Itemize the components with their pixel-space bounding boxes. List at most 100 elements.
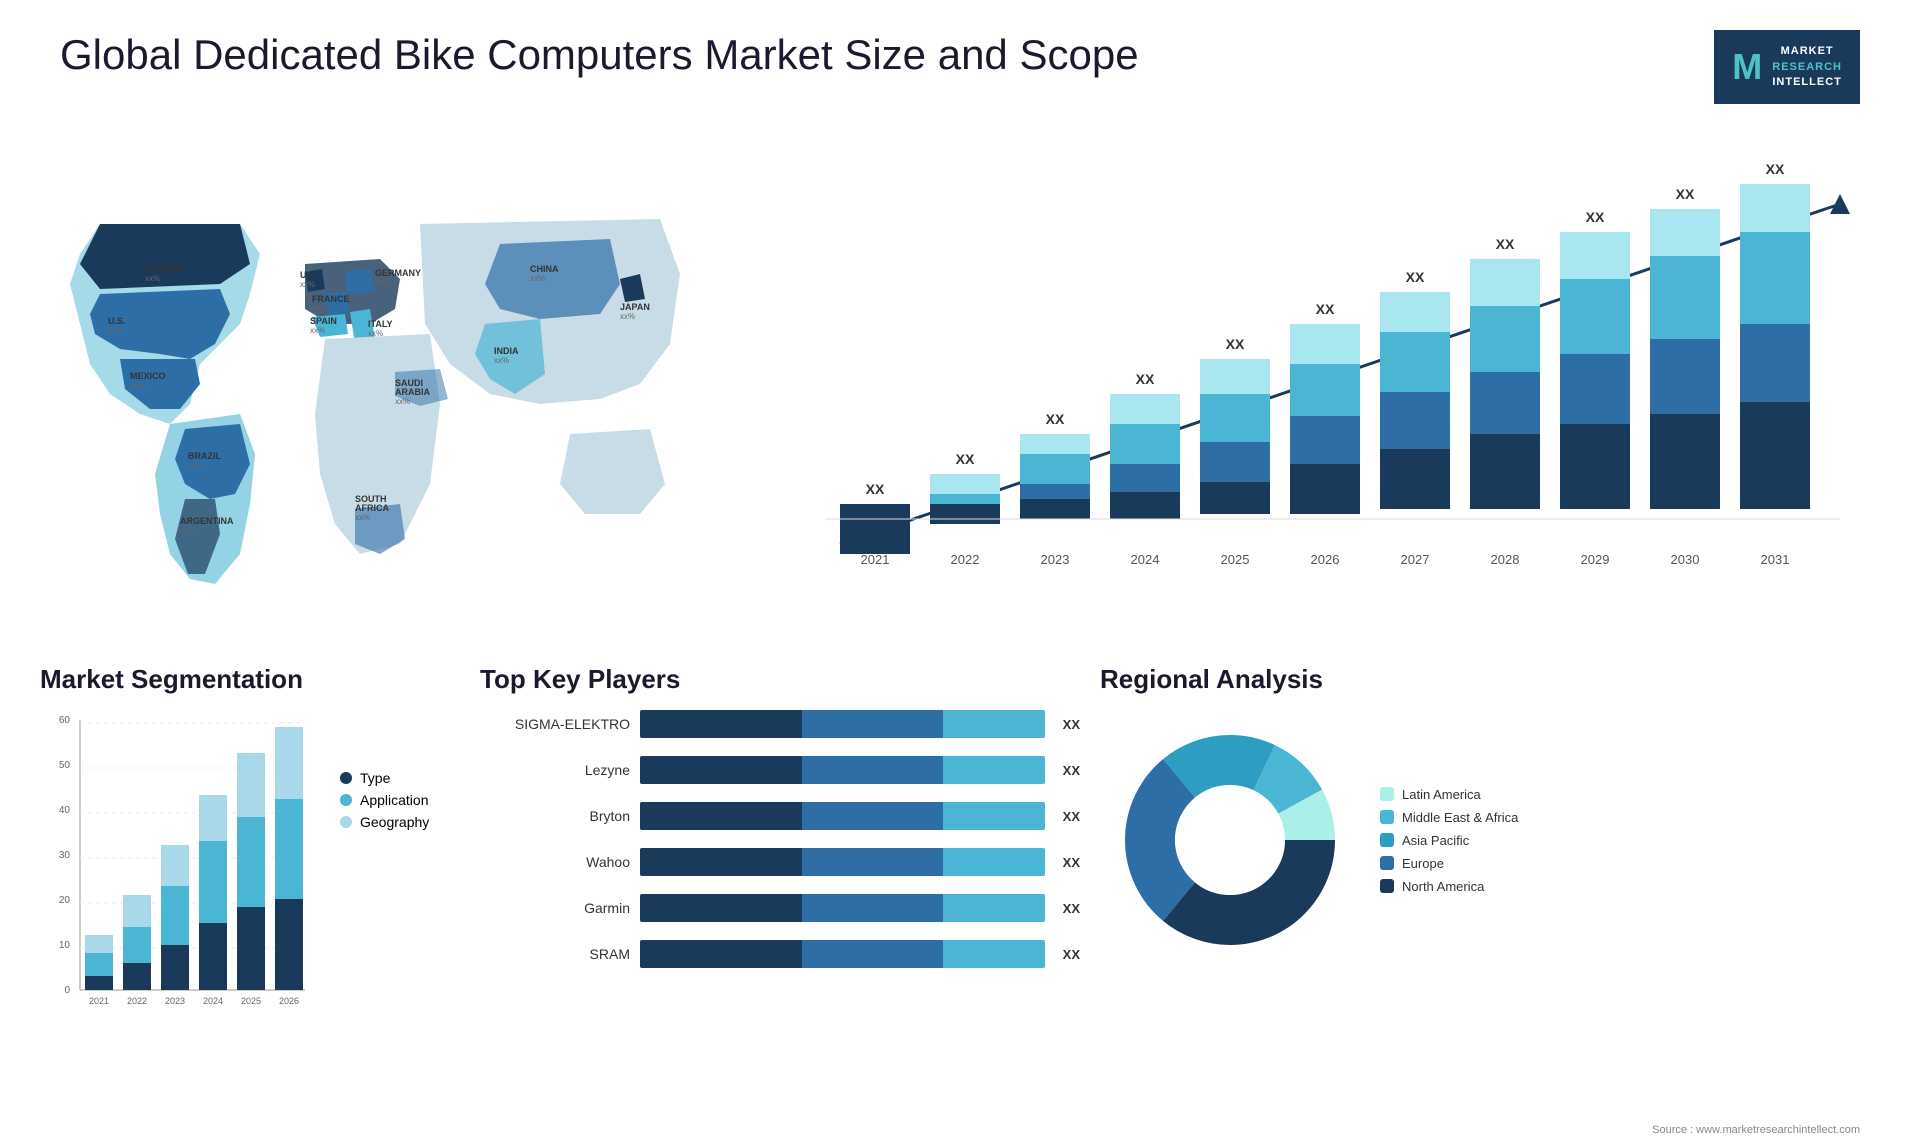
bar-2021-label: XX xyxy=(866,481,885,497)
segmentation-title: Market Segmentation xyxy=(40,664,460,695)
svg-text:20: 20 xyxy=(59,895,71,906)
year-2022: 2022 xyxy=(951,552,980,567)
svg-text:50: 50 xyxy=(59,760,71,771)
bar-2030-s1 xyxy=(1650,414,1720,509)
france-label: FRANCE xyxy=(312,294,350,304)
logo-box: M MARKET RESEARCH INTELLECT xyxy=(1714,30,1860,104)
year-2030: 2030 xyxy=(1671,552,1700,567)
year-2031: 2031 xyxy=(1761,552,1790,567)
logo-area: M MARKET RESEARCH INTELLECT xyxy=(1714,30,1860,104)
growth-chart-svg: XX 2021 XX 2022 XX 2023 XX 2024 xyxy=(780,144,1860,604)
map-container: CANADA xx% U.S. xx% MEXICO xx% BRAZIL xx… xyxy=(40,124,720,604)
donut-container: Latin America Middle East & Africa Asia … xyxy=(1100,710,1600,970)
legend-middle-east: Middle East & Africa xyxy=(1380,810,1518,825)
player-xx-sram: XX xyxy=(1063,947,1080,962)
player-bars-garmin xyxy=(640,894,1045,922)
bar-2031-label: XX xyxy=(1766,161,1785,177)
player-row-lezyne: Lezyne XX xyxy=(480,756,1080,784)
saudi-val: xx% xyxy=(395,397,410,406)
bar-2029-s4 xyxy=(1560,232,1630,287)
india-val: xx% xyxy=(494,356,509,365)
map-section: CANADA xx% U.S. xx% MEXICO xx% BRAZIL xx… xyxy=(40,124,720,644)
legend-europe-dot xyxy=(1380,856,1394,870)
legend-asia-pacific: Asia Pacific xyxy=(1380,833,1518,848)
wahoo-bar-3 xyxy=(943,848,1044,876)
header: Global Dedicated Bike Computers Market S… xyxy=(0,0,1920,124)
bar-2027-label: XX xyxy=(1406,269,1425,285)
segmentation-section: Market Segmentation 0 10 20 30 40 50 60 xyxy=(40,664,460,1104)
year-2021: 2021 xyxy=(861,552,890,567)
player-name-sigma: SIGMA-ELEKTRO xyxy=(480,716,630,732)
source-text: Source : www.marketresearchintellect.com xyxy=(0,1124,1920,1146)
sigma-bar-3 xyxy=(943,710,1044,738)
svg-text:2024: 2024 xyxy=(203,996,223,1006)
wahoo-bar-1 xyxy=(640,848,802,876)
germany-val: xx% xyxy=(375,278,390,287)
bar-2025-label: XX xyxy=(1226,336,1245,352)
year-2028: 2028 xyxy=(1491,552,1520,567)
spain-val: xx% xyxy=(310,326,325,335)
bar-2021-s1 xyxy=(840,504,910,554)
garmin-bar-1 xyxy=(640,894,802,922)
argentina-label: ARGENTINA xyxy=(180,516,234,526)
legend-europe: Europe xyxy=(1380,856,1518,871)
legend-me-label: Middle East & Africa xyxy=(1402,810,1518,825)
key-players-section: Top Key Players SIGMA-ELEKTRO XX Lezyne xyxy=(480,664,1080,1104)
player-row-sigma: SIGMA-ELEKTRO XX xyxy=(480,710,1080,738)
germany-label: GERMANY xyxy=(375,268,421,278)
legend-app-dot xyxy=(340,794,352,806)
legend-type-dot xyxy=(340,772,352,784)
regional-title: Regional Analysis xyxy=(1100,664,1600,695)
legend-me-dot xyxy=(1380,810,1394,824)
logo-letter: M xyxy=(1732,42,1762,92)
sram-bar-3 xyxy=(943,940,1044,968)
italy-val: xx% xyxy=(368,329,383,338)
player-row-sram: SRAM XX xyxy=(480,940,1080,968)
bar-2023-s1 xyxy=(1020,499,1090,519)
japan-val: xx% xyxy=(620,312,635,321)
svg-text:10: 10 xyxy=(59,940,71,951)
bryton-bar-2 xyxy=(802,802,944,830)
mexico-label: MEXICO xyxy=(130,371,166,381)
year-2023: 2023 xyxy=(1041,552,1070,567)
spain-label: SPAIN xyxy=(310,316,337,326)
bar-2029-s3 xyxy=(1560,279,1630,367)
seg-chart-svg: 0 10 20 30 40 50 60 xyxy=(40,710,320,1030)
legend-north-america: North America xyxy=(1380,879,1518,894)
germany-shape xyxy=(345,269,375,294)
saudi-label2: ARABIA xyxy=(395,387,430,397)
player-bars-sram xyxy=(640,940,1045,968)
sigma-bar-1 xyxy=(640,710,802,738)
legend-latin-label: Latin America xyxy=(1402,787,1481,802)
year-2026: 2026 xyxy=(1311,552,1340,567)
bar-2029-s1 xyxy=(1560,424,1630,509)
argentina-val: xx% xyxy=(180,526,195,535)
player-bars-bryton xyxy=(640,802,1045,830)
legend-geo-label: Geography xyxy=(360,814,429,830)
bar-2028-s4 xyxy=(1470,259,1540,314)
donut-chart-svg xyxy=(1100,710,1360,970)
segmentation-chart: 0 10 20 30 40 50 60 xyxy=(40,710,320,1030)
bar-2028-s1 xyxy=(1470,434,1540,509)
player-name-garmin: Garmin xyxy=(480,900,630,916)
legend-latin-dot xyxy=(1380,787,1394,801)
japan-label: JAPAN xyxy=(620,302,650,312)
bar-2027-s2 xyxy=(1380,392,1450,457)
bar-2024-label: XX xyxy=(1136,371,1155,387)
player-name-sram: SRAM xyxy=(480,946,630,962)
legend-na-dot xyxy=(1380,879,1394,893)
page-title: Global Dedicated Bike Computers Market S… xyxy=(60,30,1139,80)
bryton-bar-1 xyxy=(640,802,802,830)
legend-na-label: North America xyxy=(1402,879,1484,894)
legend-app-label: Application xyxy=(360,792,429,808)
bar-2030-s4 xyxy=(1650,209,1720,264)
legend-type: Type xyxy=(340,770,429,786)
logo-line3: INTELLECT xyxy=(1772,75,1842,90)
bar-2031-s3 xyxy=(1740,232,1810,337)
us-label: U.S. xyxy=(108,316,126,326)
svg-text:60: 60 xyxy=(59,715,71,726)
player-xx-sigma: XX xyxy=(1063,717,1080,732)
legend-europe-label: Europe xyxy=(1402,856,1444,871)
year-2024: 2024 xyxy=(1131,552,1160,567)
year-2025: 2025 xyxy=(1221,552,1250,567)
